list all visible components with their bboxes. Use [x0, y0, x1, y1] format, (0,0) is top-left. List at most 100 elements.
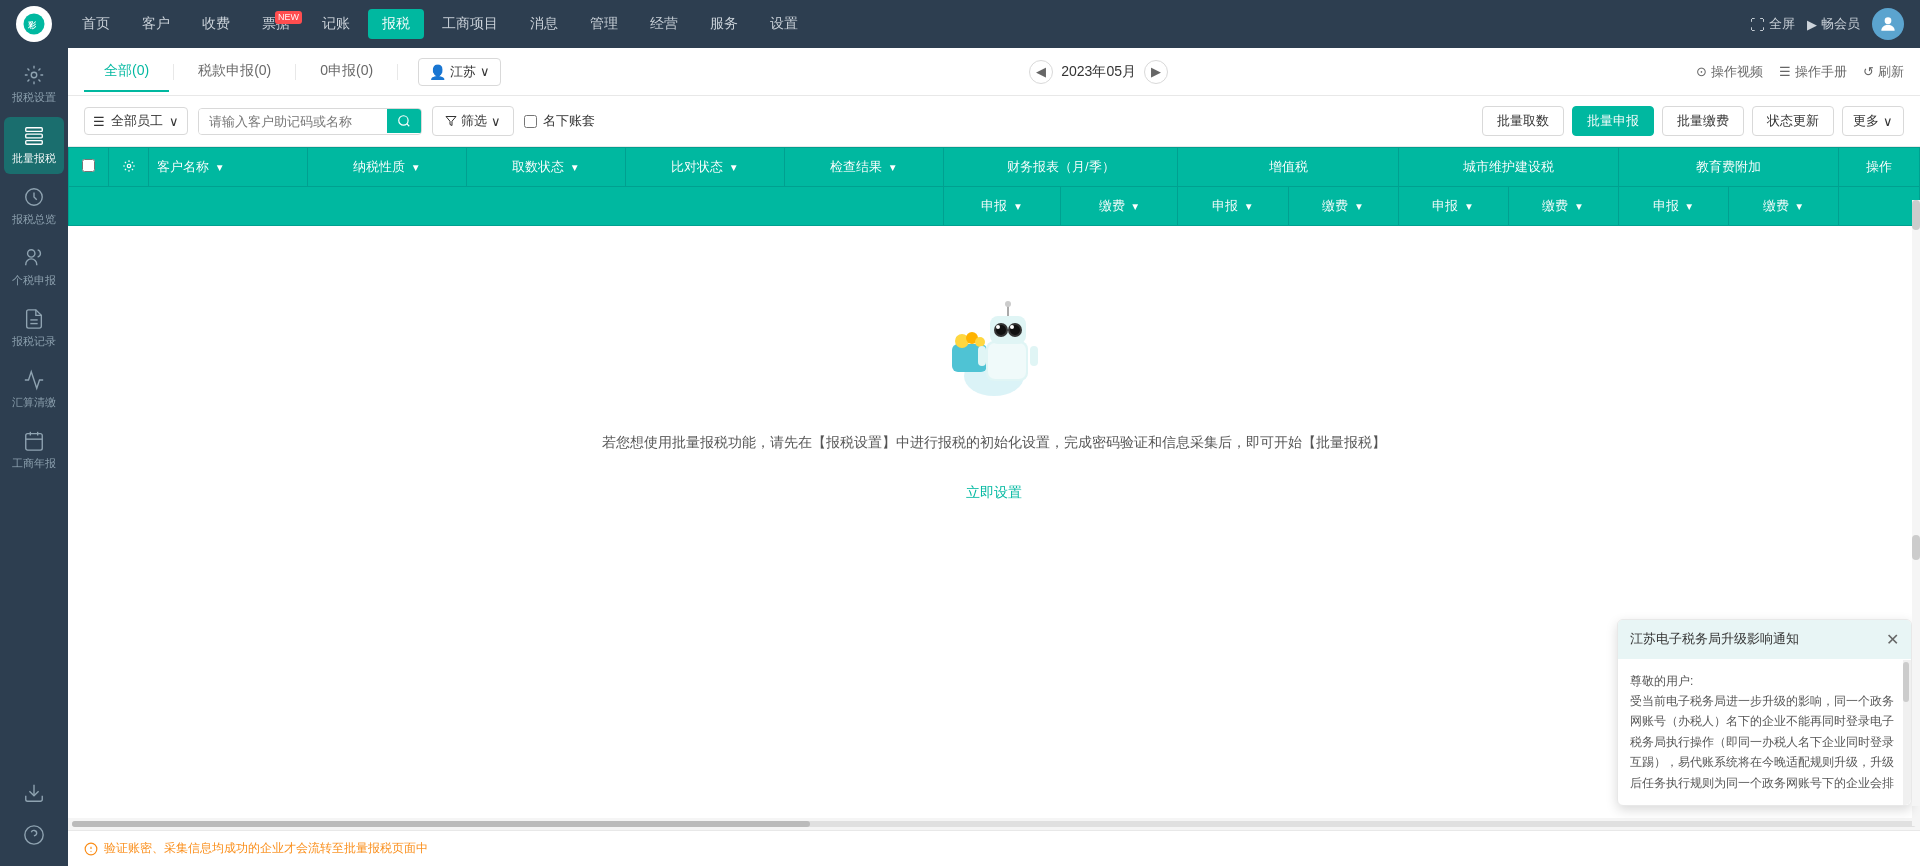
- th-fetch-status: 取数状态 ▼: [467, 148, 626, 187]
- sidebar-item-tax-summary[interactable]: 报税总览: [4, 178, 64, 235]
- svg-point-20: [127, 164, 131, 168]
- nav-message[interactable]: 消息: [516, 9, 572, 39]
- top-navigation: 彩 首页 客户 收费 票据 NEW 记账 报税 工商项目 消息 管理 经营 服务…: [0, 0, 1920, 48]
- svg-rect-6: [26, 141, 43, 145]
- notification-scroll-thumb[interactable]: [1903, 662, 1909, 702]
- scrollbar-thumb[interactable]: [72, 821, 810, 827]
- sidebar-item-batch-tax[interactable]: 批量报税: [4, 117, 64, 174]
- batch-fetch-btn[interactable]: 批量取数: [1482, 106, 1564, 136]
- table-header-row: 客户名称 ▼ 纳税性质 ▼ 取数状态 ▼ 比对状态: [69, 148, 1920, 187]
- next-month-btn[interactable]: ▶: [1144, 60, 1168, 84]
- th-vat-declare: 申报 ▼: [1178, 187, 1288, 226]
- new-badge: NEW: [275, 11, 302, 24]
- search-input[interactable]: [199, 109, 387, 134]
- sidebar-item-settlement[interactable]: 汇算清缴: [4, 361, 64, 418]
- sidebar-item-tax-settings[interactable]: 报税设置: [4, 56, 64, 113]
- page-scroll-thumb[interactable]: [1912, 200, 1920, 230]
- top-nav-right: ⛶ 全屏 ▶ 畅会员: [1750, 8, 1904, 40]
- svg-text:彩: 彩: [27, 21, 37, 30]
- nav-service[interactable]: 服务: [696, 9, 752, 39]
- th-vat: 增值税: [1178, 148, 1398, 187]
- svg-rect-38: [978, 346, 986, 366]
- nav-tax[interactable]: 报税: [368, 9, 424, 39]
- tab-zero-declaration[interactable]: 0申报(0): [300, 52, 393, 92]
- th-compare-status: 比对状态 ▼: [626, 148, 785, 187]
- svg-point-8: [28, 250, 35, 257]
- sidebar-item-personal-tax[interactable]: 个税申报: [4, 239, 64, 296]
- sidebar-item-annual-report[interactable]: 工商年报: [4, 422, 64, 479]
- nav-items: 首页 客户 收费 票据 NEW 记账 报税 工商项目 消息 管理 经营 服务 设…: [68, 9, 1750, 39]
- empty-state-message: 若您想使用批量报税功能，请先在【报税设置】中进行报税的初始化设置，完成密码验证和…: [602, 430, 1386, 455]
- select-all-checkbox[interactable]: [82, 159, 95, 172]
- tabs-province-bar: 全部(0) 税款申报(0) 0申报(0) 👤 江苏 ∨ ◀ 2023年05月 ▶: [68, 48, 1920, 96]
- batch-pay-btn[interactable]: 批量缴费: [1662, 106, 1744, 136]
- tab-divider-2: [295, 64, 296, 80]
- logo[interactable]: 彩: [16, 6, 52, 42]
- checkbox-account-label[interactable]: 名下账套: [524, 112, 595, 130]
- tab-divider-1: [173, 64, 174, 80]
- svg-rect-4: [26, 128, 43, 132]
- nav-biz[interactable]: 工商项目: [428, 9, 512, 39]
- notif-panel-scroll-thumb[interactable]: [1912, 535, 1920, 560]
- th-fin-pay: 缴费 ▼: [1061, 187, 1178, 226]
- notification-title: 江苏电子税务局升级影响通知: [1630, 630, 1799, 648]
- svg-point-42: [90, 850, 91, 851]
- setup-link[interactable]: 立即设置: [966, 480, 1022, 505]
- operation-video-btn[interactable]: ⊙ 操作视频: [1696, 63, 1763, 81]
- th-edu-declare: 申报 ▼: [1618, 187, 1728, 226]
- member-btn[interactable]: ▶ 畅会员: [1807, 15, 1860, 33]
- nav-operation[interactable]: 经营: [636, 9, 692, 39]
- bottom-bar: 验证账密、采集信息均成功的企业才会流转至批量报税页面中: [68, 830, 1920, 866]
- fullscreen-btn[interactable]: ⛶ 全屏: [1750, 15, 1795, 33]
- more-btn[interactable]: 更多 ∨: [1842, 106, 1904, 136]
- nav-bookkeeping[interactable]: 记账: [308, 9, 364, 39]
- svg-point-37: [1005, 301, 1011, 307]
- search-button[interactable]: [387, 109, 421, 133]
- th-spacer: [69, 187, 944, 226]
- nav-home[interactable]: 首页: [68, 9, 124, 39]
- operation-manual-btn[interactable]: ☰ 操作手册: [1779, 63, 1847, 81]
- filter-btn[interactable]: 筛选 ∨: [432, 106, 514, 136]
- th-edu-surcharge: 教育费附加: [1618, 148, 1838, 187]
- svg-rect-5: [26, 134, 43, 138]
- nav-settings[interactable]: 设置: [756, 9, 812, 39]
- tab-tax-declaration[interactable]: 税款申报(0): [178, 52, 291, 92]
- checkbox-account[interactable]: [524, 115, 537, 128]
- th-checkbox: [69, 148, 109, 187]
- batch-declare-btn[interactable]: 批量申报: [1572, 106, 1654, 136]
- notification-scrollbar[interactable]: [1903, 660, 1911, 805]
- svg-point-32: [996, 325, 1000, 329]
- employee-select[interactable]: ☰ 全部员工 ∨: [84, 107, 188, 135]
- svg-rect-39: [1030, 346, 1038, 366]
- refresh-btn[interactable]: ↺ 刷新: [1863, 63, 1904, 81]
- province-select[interactable]: 👤 江苏 ∨: [418, 58, 501, 86]
- nav-manage[interactable]: 管理: [576, 9, 632, 39]
- toolbar: ☰ 全部员工 ∨ 筛选 ∨ 名下账套: [68, 96, 1920, 147]
- main-table: 客户名称 ▼ 纳税性质 ▼ 取数状态 ▼ 比对状态: [68, 147, 1920, 566]
- notification-popup: 江苏电子税务局升级影响通知 ✕ 尊敬的用户: 受当前电子税务局进一步升级的影响，…: [1617, 619, 1912, 806]
- nav-customer[interactable]: 客户: [128, 9, 184, 39]
- nav-invoice[interactable]: 票据 NEW: [248, 9, 304, 39]
- th-city-declare: 申报 ▼: [1398, 187, 1508, 226]
- sidebar-item-tax-records[interactable]: 报税记录: [4, 300, 64, 357]
- notification-close-btn[interactable]: ✕: [1886, 630, 1899, 649]
- date-nav: ◀ 2023年05月 ▶: [1029, 60, 1168, 84]
- warning-icon: [84, 842, 98, 856]
- notif-panel-scrollbar[interactable]: [1912, 535, 1920, 806]
- nav-billing[interactable]: 收费: [188, 9, 244, 39]
- svg-point-35: [1010, 325, 1014, 329]
- tab-all[interactable]: 全部(0): [84, 52, 169, 92]
- sidebar-label-tax-records: 报税记录: [12, 334, 56, 349]
- tabs-right-actions: ⊙ 操作视频 ☰ 操作手册 ↺ 刷新: [1696, 63, 1904, 81]
- notification-header: 江苏电子税务局升级影响通知 ✕: [1618, 620, 1911, 659]
- avatar[interactable]: [1872, 8, 1904, 40]
- current-date: 2023年05月: [1061, 63, 1136, 81]
- sidebar-item-download[interactable]: [4, 774, 64, 812]
- horizontal-scrollbar[interactable]: [68, 818, 1920, 830]
- prev-month-btn[interactable]: ◀: [1029, 60, 1053, 84]
- status-update-btn[interactable]: 状态更新: [1752, 106, 1834, 136]
- sidebar-item-help[interactable]: [4, 816, 64, 854]
- svg-point-2: [1885, 17, 1892, 24]
- svg-marker-19: [446, 117, 456, 126]
- empty-state-row: 若您想使用批量报税功能，请先在【报税设置】中进行报税的初始化设置，完成密码验证和…: [69, 226, 1920, 566]
